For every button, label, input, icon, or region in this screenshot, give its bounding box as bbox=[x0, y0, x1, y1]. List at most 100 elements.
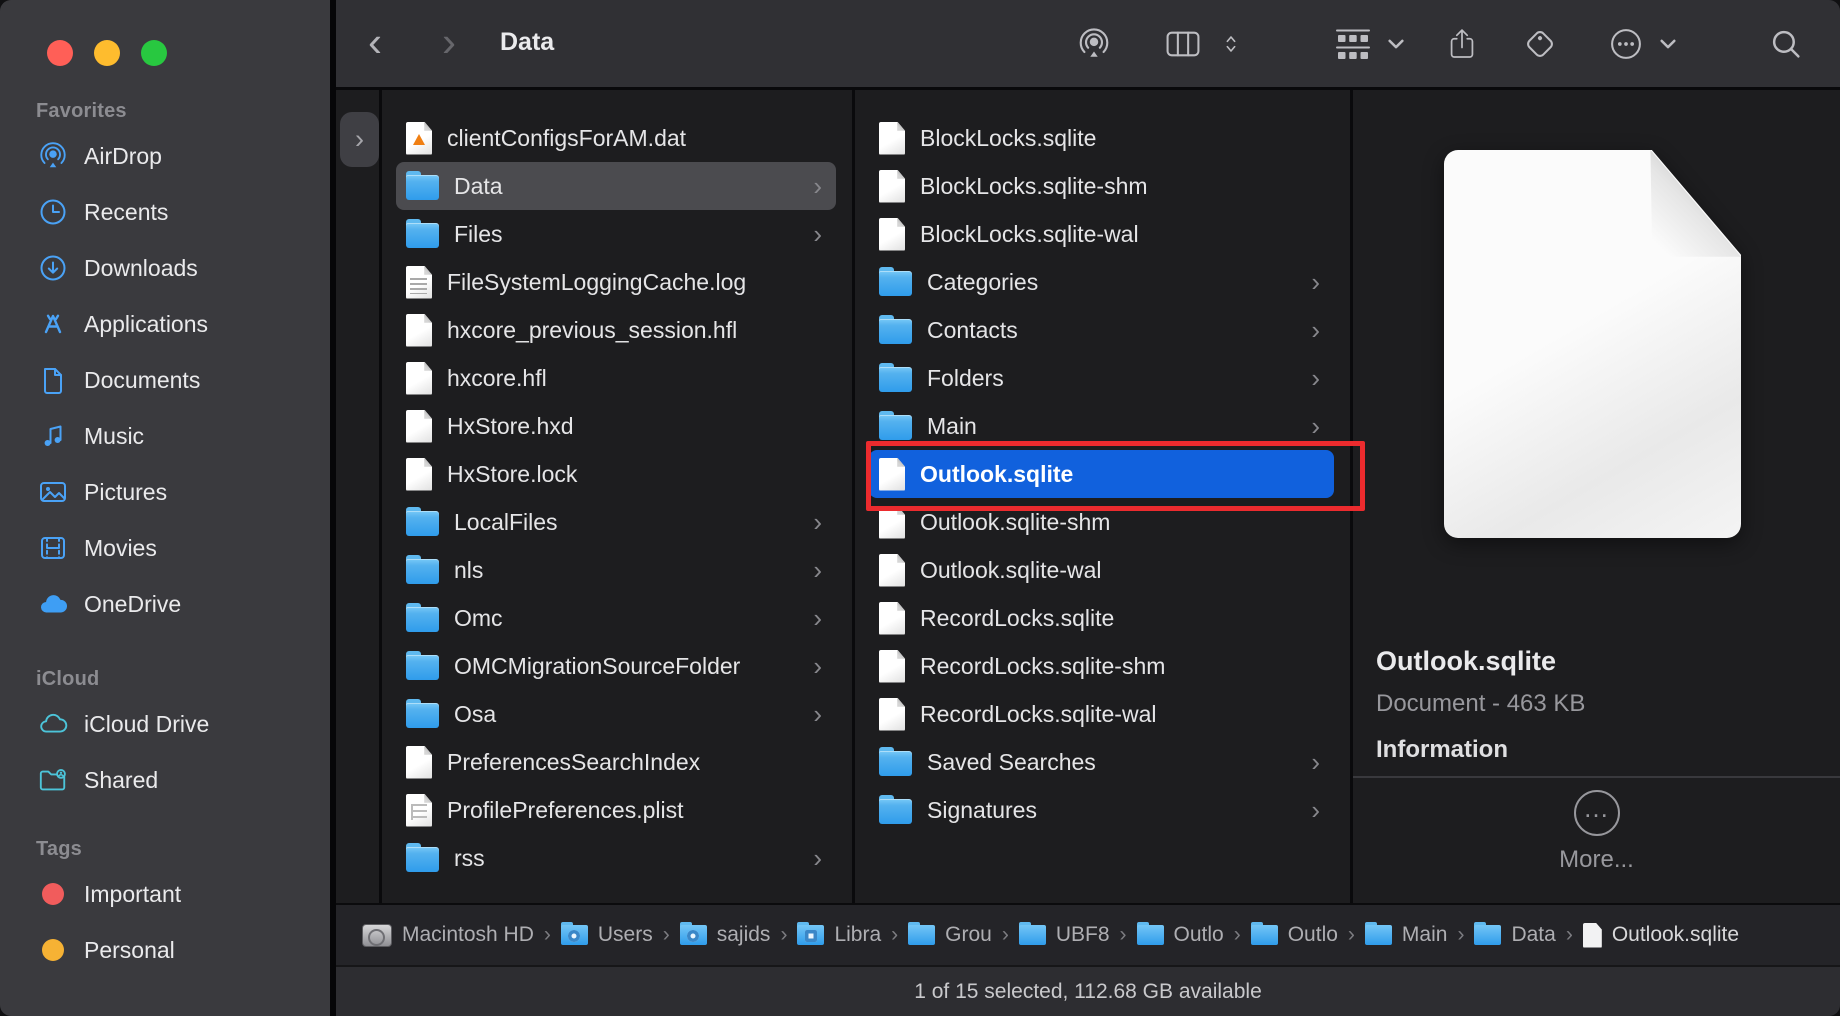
file-row-recordlocks-sqlite-shm[interactable]: RecordLocks.sqlite-shm bbox=[869, 642, 1334, 690]
file-row-omc[interactable]: Omc› bbox=[396, 594, 836, 642]
folder-icon bbox=[1251, 925, 1278, 945]
finder-window: FavoritesAirDropRecentsDownloadsApplicat… bbox=[0, 0, 1840, 1016]
file-row-outlook-sqlite[interactable]: Outlook.sqlite bbox=[869, 450, 1334, 498]
file-row-saved-searches[interactable]: Saved Searches› bbox=[869, 738, 1334, 786]
share-icon[interactable] bbox=[1446, 27, 1479, 60]
sidebar-item-important[interactable]: Important bbox=[0, 866, 330, 922]
sidebar-item-onedrive[interactable]: OneDrive bbox=[0, 576, 330, 632]
sidebar-item-personal[interactable]: Personal bbox=[0, 922, 330, 978]
file-row-folders[interactable]: Folders› bbox=[869, 354, 1334, 402]
reveal-previous-column-button[interactable]: › bbox=[340, 112, 379, 167]
path-item-label: Users bbox=[598, 923, 653, 947]
sidebar-item-label: Pictures bbox=[84, 479, 167, 506]
preview-information-header: Information bbox=[1376, 736, 1508, 764]
file-row-blocklocks-sqlite-wal[interactable]: BlockLocks.sqlite-wal bbox=[869, 210, 1334, 258]
sidebar: FavoritesAirDropRecentsDownloadsApplicat… bbox=[0, 0, 330, 1016]
sidebar-item-airdrop[interactable]: AirDrop bbox=[0, 128, 330, 184]
file-row-filesystemloggingcache-log[interactable]: FileSystemLoggingCache.log bbox=[396, 258, 836, 306]
folder-icon bbox=[1137, 925, 1164, 945]
ellipsis-circle-icon[interactable]: … bbox=[1574, 790, 1620, 836]
file-row-hxstore-hxd[interactable]: HxStore.hxd bbox=[396, 402, 836, 450]
file-row-hxcore-hfl[interactable]: hxcore.hfl bbox=[396, 354, 836, 402]
minimize-window-button[interactable] bbox=[94, 40, 120, 66]
file-row-rss[interactable]: rss› bbox=[396, 834, 836, 882]
document-icon bbox=[406, 458, 432, 491]
music-note-icon bbox=[38, 421, 68, 451]
file-row-profilepreferences-plist[interactable]: ProfilePreferences.plist bbox=[396, 786, 836, 834]
view-updown-chevrons-icon[interactable] bbox=[1221, 34, 1241, 54]
file-row-outlook-sqlite-shm[interactable]: Outlook.sqlite-shm bbox=[869, 498, 1334, 546]
file-row-hxstore-lock[interactable]: HxStore.lock bbox=[396, 450, 836, 498]
sidebar-item-applications[interactable]: Applications bbox=[0, 296, 330, 352]
file-row-nls[interactable]: nls› bbox=[396, 546, 836, 594]
sidebar-item-documents[interactable]: Documents bbox=[0, 352, 330, 408]
path-separator: › bbox=[663, 923, 670, 947]
sidebar-item-pictures[interactable]: Pictures bbox=[0, 464, 330, 520]
file-row-main[interactable]: Main› bbox=[869, 402, 1334, 450]
preview-divider bbox=[1353, 776, 1840, 778]
airdrop-toolbar-icon[interactable] bbox=[1077, 27, 1111, 61]
folder-icon bbox=[879, 799, 912, 824]
file-row-localfiles[interactable]: LocalFiles› bbox=[396, 498, 836, 546]
chevron-right-icon: › bbox=[813, 171, 826, 202]
path-item-users[interactable]: Users bbox=[561, 923, 653, 947]
sidebar-item-shared[interactable]: Shared bbox=[0, 752, 330, 808]
file-row-signatures[interactable]: Signatures› bbox=[869, 786, 1334, 834]
file-name: clientConfigsForAM.dat bbox=[447, 125, 686, 152]
file-row-blocklocks-sqlite-shm[interactable]: BlockLocks.sqlite-shm bbox=[869, 162, 1334, 210]
file-column-2: BlockLocks.sqliteBlockLocks.sqlite-shmBl… bbox=[855, 90, 1353, 903]
sidebar-item-music[interactable]: Music bbox=[0, 408, 330, 464]
file-row-preferencessearchindex[interactable]: PreferencesSearchIndex bbox=[396, 738, 836, 786]
more-button[interactable]: More... bbox=[1559, 846, 1634, 874]
sidebar-item-recents[interactable]: Recents bbox=[0, 184, 330, 240]
path-item-grou[interactable]: Grou bbox=[908, 923, 992, 947]
path-item-outlook-sqlite[interactable]: Outlook.sqlite bbox=[1583, 923, 1739, 948]
sidebar-section-gap bbox=[0, 808, 330, 832]
sidebar-item-downloads[interactable]: Downloads bbox=[0, 240, 330, 296]
file-row-categories[interactable]: Categories› bbox=[869, 258, 1334, 306]
file-name: nls bbox=[454, 557, 483, 584]
more-chevron-icon[interactable] bbox=[1659, 34, 1678, 53]
file-row-omcmigrationsourcefolder[interactable]: OMCMigrationSourceFolder› bbox=[396, 642, 836, 690]
path-item-macintosh-hd[interactable]: Macintosh HD bbox=[362, 923, 534, 947]
folder-icon bbox=[406, 847, 439, 872]
path-item-label: UBF8 bbox=[1056, 923, 1110, 947]
column-view-icon[interactable] bbox=[1165, 25, 1202, 62]
file-name: hxcore.hfl bbox=[447, 365, 547, 392]
path-item-outlo[interactable]: Outlo bbox=[1251, 923, 1338, 947]
forward-button[interactable]: › bbox=[442, 14, 456, 70]
file-row-hxcore-previous-session-hfl[interactable]: hxcore_previous_session.hfl bbox=[396, 306, 836, 354]
path-item-main[interactable]: Main bbox=[1365, 923, 1448, 947]
tag-dot-icon bbox=[38, 935, 68, 965]
chevron-right-icon: › bbox=[1311, 363, 1324, 394]
search-icon[interactable] bbox=[1770, 27, 1803, 60]
sidebar-item-icloud-drive[interactable]: iCloud Drive bbox=[0, 696, 330, 752]
file-row-recordlocks-sqlite[interactable]: RecordLocks.sqlite bbox=[869, 594, 1334, 642]
path-item-ubf8[interactable]: UBF8 bbox=[1019, 923, 1110, 947]
path-item-outlo[interactable]: Outlo bbox=[1137, 923, 1224, 947]
close-window-button[interactable] bbox=[47, 40, 73, 66]
group-by-icon[interactable] bbox=[1334, 25, 1372, 63]
sidebar-item-movies[interactable]: Movies bbox=[0, 520, 330, 576]
file-row-data[interactable]: Data› bbox=[396, 162, 836, 210]
file-row-blocklocks-sqlite[interactable]: BlockLocks.sqlite bbox=[869, 114, 1334, 162]
file-row-osa[interactable]: Osa› bbox=[396, 690, 836, 738]
path-item-libra[interactable]: Libra bbox=[797, 923, 881, 947]
file-row-outlook-sqlite-wal[interactable]: Outlook.sqlite-wal bbox=[869, 546, 1334, 594]
zoom-window-button[interactable] bbox=[141, 40, 167, 66]
path-item-data[interactable]: Data bbox=[1474, 923, 1555, 947]
sidebar-item-label: Shared bbox=[84, 767, 158, 794]
toolbar: ‹ › Data bbox=[336, 0, 1840, 90]
file-row-clientconfigsforam-dat[interactable]: clientConfigsForAM.dat bbox=[396, 114, 836, 162]
more-ellipsis-icon[interactable] bbox=[1609, 26, 1644, 61]
path-item-sajids[interactable]: sajids bbox=[680, 923, 771, 947]
file-name: OMCMigrationSourceFolder bbox=[454, 653, 740, 680]
file-row-recordlocks-sqlite-wal[interactable]: RecordLocks.sqlite-wal bbox=[869, 690, 1334, 738]
group-by-chevron-icon[interactable] bbox=[1387, 34, 1406, 53]
document-icon bbox=[879, 506, 905, 539]
back-button[interactable]: ‹ bbox=[368, 14, 382, 70]
folder-icon bbox=[406, 559, 439, 584]
tag-icon[interactable] bbox=[1523, 26, 1558, 61]
file-row-files[interactable]: Files› bbox=[396, 210, 836, 258]
file-row-contacts[interactable]: Contacts› bbox=[869, 306, 1334, 354]
